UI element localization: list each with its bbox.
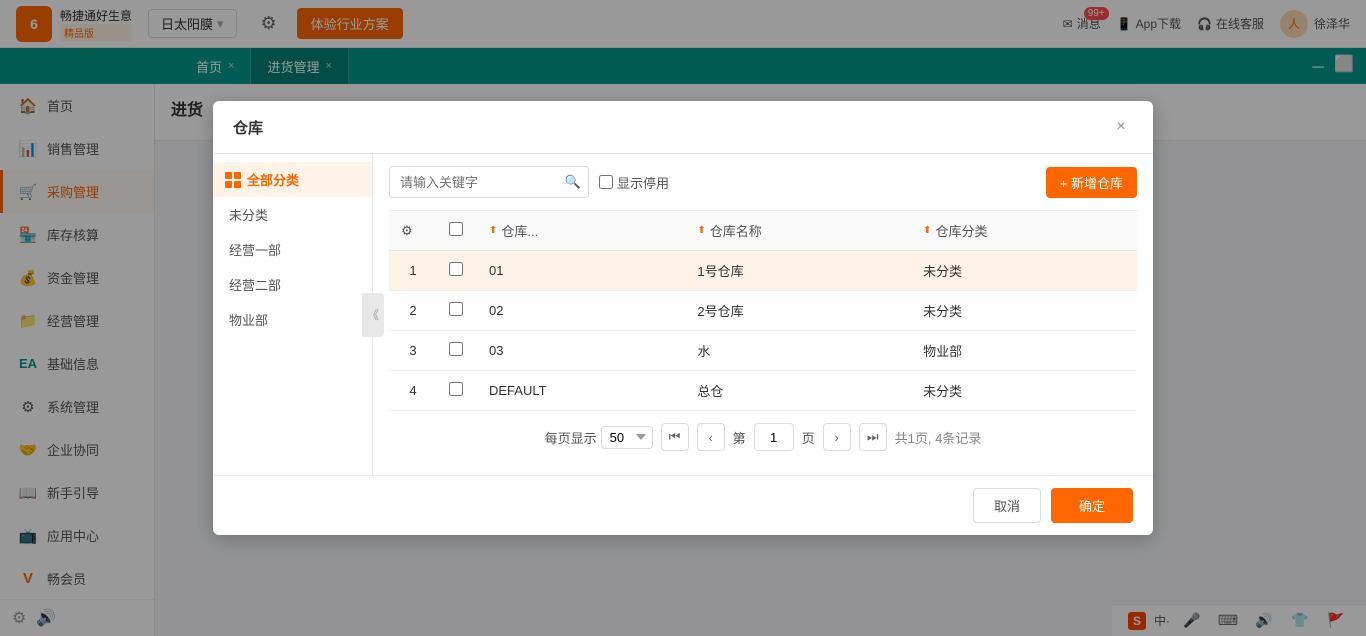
row-cb-1	[437, 251, 477, 291]
warehouse-modal: 仓库 × 全部分类 未分类 经营一部 经营二部 物业部 《	[213, 101, 1153, 535]
row-name-2: 2号仓库	[685, 291, 911, 331]
row-num-3: 3	[389, 331, 437, 371]
th-name-label: 仓库名称	[710, 221, 762, 240]
pagination-bar: 每页显示 50 100 200 ⏮ ‹ 第 页 › ⏭ 共1页, 4条记录	[389, 411, 1137, 463]
row-category-2: 未分类	[911, 291, 1137, 331]
th-name: ⬆ 仓库名称	[685, 211, 911, 251]
page-size-select: 每页显示 50 100 200	[545, 426, 653, 449]
next-page-btn[interactable]: ›	[823, 423, 851, 451]
row-code-2: 02	[477, 291, 685, 331]
table-scroll-area: ⚙ ⬆ 仓库...	[389, 210, 1137, 411]
sort-icon-code: ⬆	[489, 225, 497, 236]
row-cb-2	[437, 291, 477, 331]
table-toolbar: 🔍 显示停用 + 新增仓库	[389, 166, 1137, 198]
show-disabled-text: 显示停用	[617, 173, 669, 192]
row-cb-3	[437, 331, 477, 371]
row-category-1: 未分类	[911, 251, 1137, 291]
grid-icon	[225, 172, 241, 188]
table-row[interactable]: 2 02 2号仓库 未分类	[389, 291, 1137, 331]
row-name-4: 总仓	[685, 371, 911, 411]
prev-page-btn[interactable]: ‹	[697, 423, 725, 451]
per-page-label: 每页显示	[545, 428, 597, 447]
row-category-4: 未分类	[911, 371, 1137, 411]
th-gear: ⚙	[389, 211, 437, 251]
category-all-label: 全部分类	[247, 170, 299, 189]
th-checkbox	[437, 211, 477, 251]
last-page-btn[interactable]: ⏭	[859, 423, 887, 451]
page-total: 共1页, 4条记录	[895, 428, 982, 447]
category-collapse-button[interactable]: 《	[362, 293, 384, 337]
modal-body: 全部分类 未分类 经营一部 经营二部 物业部 《 🔍	[213, 154, 1153, 475]
row-code-1: 01	[477, 251, 685, 291]
show-disabled-label[interactable]: 显示停用	[599, 173, 669, 192]
new-warehouse-button[interactable]: + 新增仓库	[1046, 167, 1137, 198]
row-num-4: 4	[389, 371, 437, 411]
search-icon[interactable]: 🔍	[565, 174, 581, 190]
table-area: 🔍 显示停用 + 新增仓库 ⚙	[373, 154, 1153, 475]
th-code-label: 仓库...	[501, 221, 538, 240]
first-page-btn[interactable]: ⏮	[661, 423, 689, 451]
category-all[interactable]: 全部分类	[213, 162, 372, 197]
modal-close-button[interactable]: ×	[1109, 115, 1133, 139]
search-wrap: 🔍	[389, 166, 589, 198]
row-category-3: 物业部	[911, 331, 1137, 371]
warehouse-table: ⚙ ⬆ 仓库...	[389, 210, 1137, 411]
row-cb-4	[437, 371, 477, 411]
page-size-dropdown[interactable]: 50 100 200	[601, 426, 653, 449]
select-all-checkbox[interactable]	[449, 222, 463, 236]
search-input[interactable]	[389, 166, 589, 198]
th-code: ⬆ 仓库...	[477, 211, 685, 251]
table-row[interactable]: 1 01 1号仓库 未分类	[389, 251, 1137, 291]
category-sidebar: 全部分类 未分类 经营一部 经营二部 物业部 《	[213, 154, 373, 475]
row-num-2: 2	[389, 291, 437, 331]
show-disabled-checkbox[interactable]	[599, 175, 613, 189]
th-category: ⬆ 仓库分类	[911, 211, 1137, 251]
modal-header: 仓库 ×	[213, 101, 1153, 154]
category-item-ops2[interactable]: 经营二部	[213, 267, 372, 302]
table-head: ⚙ ⬆ 仓库...	[389, 211, 1137, 251]
row-name-1: 1号仓库	[685, 251, 911, 291]
row-code-4: DEFAULT	[477, 371, 685, 411]
th-category-label: 仓库分类	[936, 221, 988, 240]
sort-icon-category: ⬆	[923, 225, 931, 236]
row-code-3: 03	[477, 331, 685, 371]
category-item-unclassified[interactable]: 未分类	[213, 197, 372, 232]
confirm-button[interactable]: 确定	[1051, 488, 1133, 523]
page-unit: 页	[802, 428, 815, 447]
modal-title: 仓库	[233, 117, 263, 138]
category-item-ops1[interactable]: 经营一部	[213, 232, 372, 267]
row-num-1: 1	[389, 251, 437, 291]
cancel-button[interactable]: 取消	[973, 488, 1041, 523]
gear-header-icon[interactable]: ⚙	[401, 223, 413, 238]
table-row[interactable]: 3 03 水 物业部	[389, 331, 1137, 371]
modal-overlay: 仓库 × 全部分类 未分类 经营一部 经营二部 物业部 《	[0, 0, 1366, 636]
sort-icon-name: ⬆	[697, 225, 705, 236]
table-body: 1 01 1号仓库 未分类 2 02 2号仓库	[389, 251, 1137, 411]
category-item-property[interactable]: 物业部	[213, 302, 372, 337]
table-row[interactable]: 4 DEFAULT 总仓 未分类	[389, 371, 1137, 411]
row-name-3: 水	[685, 331, 911, 371]
page-input[interactable]	[754, 423, 794, 451]
modal-footer: 取消 确定	[213, 475, 1153, 535]
page-label: 第	[733, 428, 746, 447]
